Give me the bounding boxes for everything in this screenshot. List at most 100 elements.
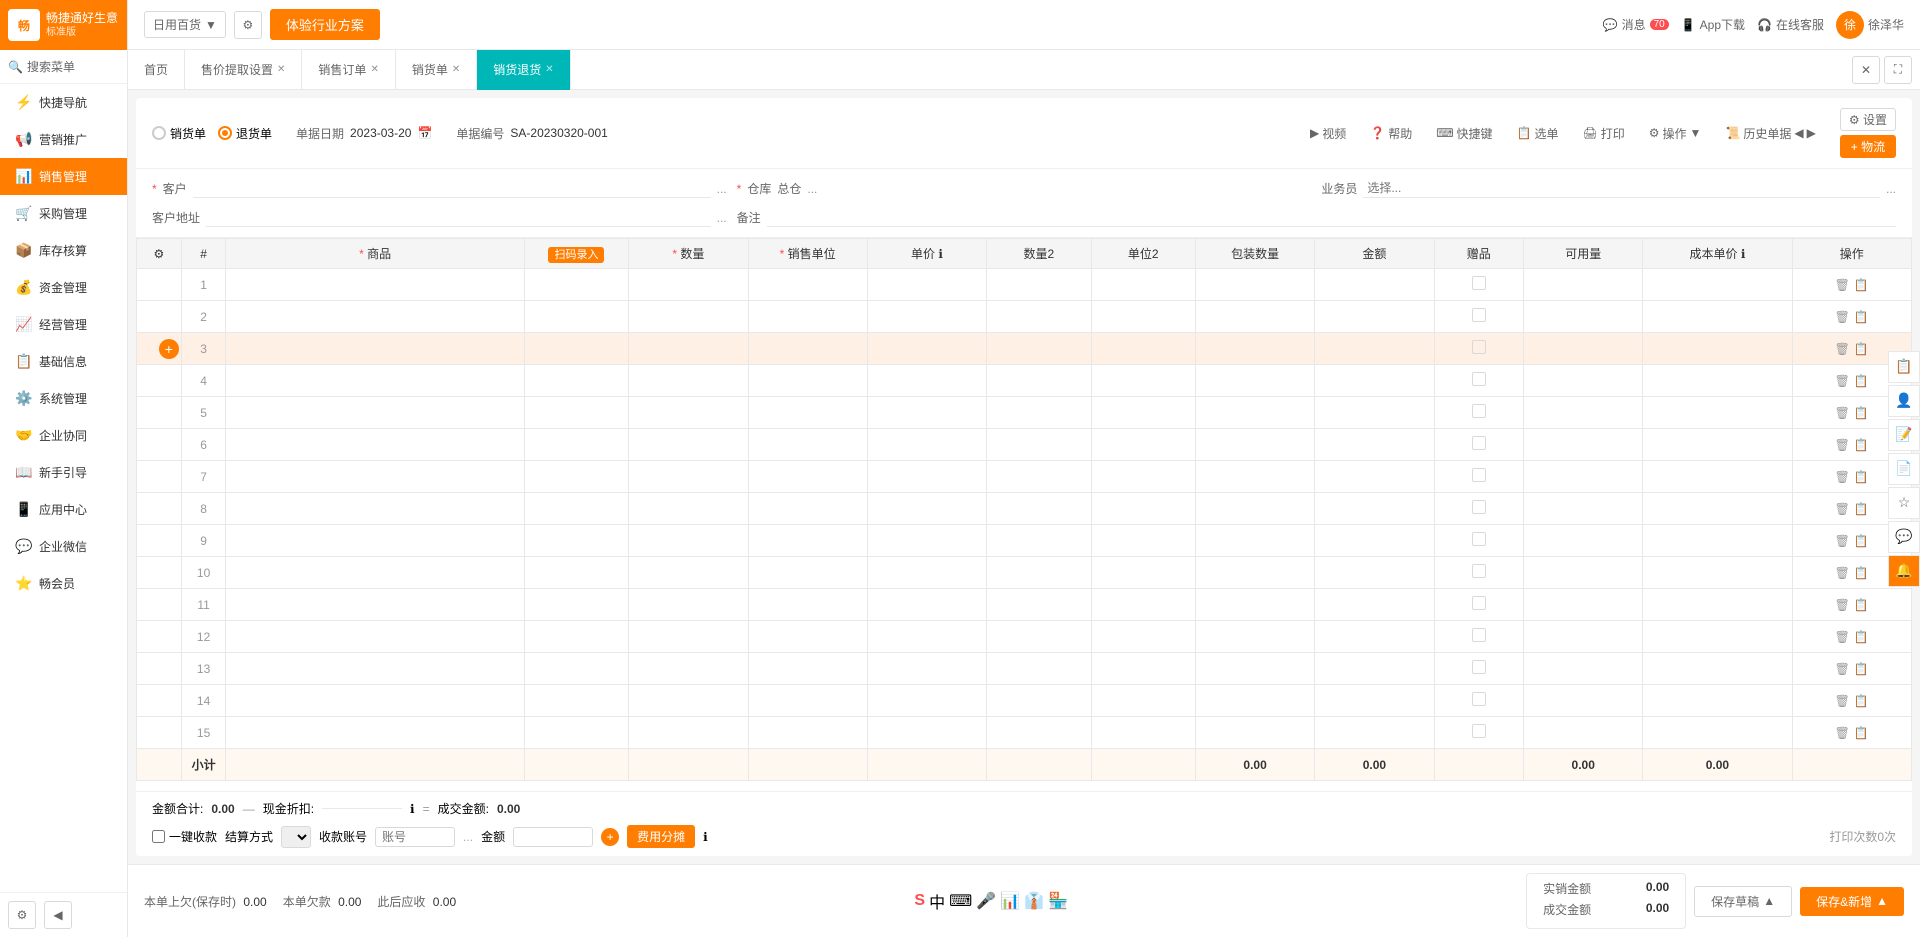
video-btn[interactable]: ▶ 视频 [1302,121,1354,146]
sidebar-item-basic-info[interactable]: 📋 基础信息 [0,343,127,380]
gift-checkbox[interactable] [1472,724,1486,738]
delete-icon[interactable]: 🗑 [1835,534,1850,548]
copy-icon[interactable]: 📋 [1854,406,1869,420]
gift-checkbox[interactable] [1472,468,1486,482]
copy-icon[interactable]: 📋 [1854,598,1869,612]
copy-icon[interactable]: 📋 [1854,726,1869,740]
sidebar-item-sales-mgmt[interactable]: 📊 销售管理 [0,158,127,195]
delete-icon[interactable]: 🗑 [1835,662,1850,676]
add-payment-btn[interactable]: + [601,828,619,846]
sales-bill-radio[interactable]: 销货单 [152,125,206,142]
settings-button[interactable]: ⚙ [8,901,36,929]
select-btn[interactable]: 📋 选单 [1509,121,1567,146]
experience-button[interactable]: 体验行业方案 [270,9,380,40]
close-tab-button[interactable]: ✕ [1852,56,1880,84]
tab-close-icon[interactable]: ✕ [545,64,553,75]
tab-price-setting[interactable]: 售价提取设置 ✕ [185,50,302,90]
calendar-icon[interactable]: 📅 [417,126,432,140]
gift-checkbox[interactable] [1472,596,1486,610]
help-btn[interactable]: ❓ 帮助 [1362,121,1420,146]
amount-input[interactable] [513,827,593,847]
gift-checkbox[interactable] [1472,500,1486,514]
copy-icon[interactable]: 📋 [1854,502,1869,516]
note-input[interactable] [767,208,1896,227]
add-row-btn[interactable]: + [159,339,179,359]
delete-icon[interactable]: 🗑 [1835,310,1850,324]
tab-sales-return[interactable]: 销货退货 ✕ [477,50,570,90]
sidebar-item-inventory[interactable]: 📦 库存核算 [0,232,127,269]
delete-icon[interactable]: 🗑 [1835,630,1850,644]
sidebar-item-enterprise-wechat[interactable]: 💬 企业微信 [0,528,127,565]
online-service-nav-item[interactable]: 🎧 在线客服 [1757,16,1824,33]
return-bill-radio[interactable]: 退货单 [218,125,272,142]
header-gear-button[interactable]: ⚙ [234,11,262,39]
gift-checkbox[interactable] [1472,564,1486,578]
message-nav-item[interactable]: 💬 消息 70 [1603,16,1669,33]
settlement-select[interactable] [281,826,311,848]
gift-checkbox[interactable] [1472,628,1486,642]
delete-icon[interactable]: 🗑 [1835,502,1850,516]
app-download-nav-item[interactable]: 📱 App下载 [1681,16,1745,33]
print-btn[interactable]: 🖨 打印 [1575,121,1633,146]
shortcut-btn[interactable]: ⌨ 快捷键 [1428,121,1500,146]
history-btn[interactable]: 📜 历史单据 ◀ ▶ [1717,121,1823,146]
scan-btn[interactable]: 扫码录入 [548,247,604,263]
gift-checkbox[interactable] [1472,404,1486,418]
operation-btn[interactable]: ⚙ 操作 ▼ [1641,121,1710,146]
copy-icon[interactable]: 📋 [1854,278,1869,292]
search-menu[interactable]: 🔍 搜索菜单 [0,50,127,84]
user-nav-item[interactable]: 徐 徐泽华 [1836,11,1904,39]
tab-sales-order[interactable]: 销售订单 ✕ [302,50,395,90]
copy-icon[interactable]: 📋 [1854,374,1869,388]
gift-checkbox[interactable] [1472,340,1486,354]
right-float-btn-3[interactable]: 📄 [1888,453,1920,485]
sidebar-item-quick-nav[interactable]: ⚡ 快捷导航 [0,84,127,121]
delete-icon[interactable]: 🗑 [1835,726,1850,740]
right-float-btn-4[interactable]: ☆ [1888,487,1920,519]
gift-checkbox[interactable] [1472,276,1486,290]
nav-dropdown[interactable]: 日用百货 ▼ [144,11,226,38]
right-float-btn-5[interactable]: 💬 [1888,521,1920,553]
sidebar-item-member[interactable]: ⭐ 畅会员 [0,565,127,602]
gift-checkbox[interactable] [1472,660,1486,674]
copy-icon[interactable]: 📋 [1854,694,1869,708]
right-float-btn-1[interactable]: 👤 [1888,385,1920,417]
delete-icon[interactable]: 🗑 [1835,342,1850,356]
customer-input[interactable] [193,179,711,198]
settings-side-btn[interactable]: ⚙ 设置 [1840,108,1896,131]
discount-input[interactable] [322,808,402,809]
payment-checkbox-input[interactable] [152,830,165,843]
sidebar-item-app-center[interactable]: 📱 应用中心 [0,491,127,528]
copy-icon[interactable]: 📋 [1854,534,1869,548]
gift-checkbox[interactable] [1472,308,1486,322]
sidebar-item-enterprise[interactable]: 🤝 企业协同 [0,417,127,454]
save-new-button[interactable]: 保存&新增 ▲ [1800,887,1904,916]
copy-icon[interactable]: 📋 [1854,310,1869,324]
save-draft-button[interactable]: 保存草稿 ▲ [1694,886,1792,917]
copy-icon[interactable]: 📋 [1854,662,1869,676]
delete-icon[interactable]: 🗑 [1835,694,1850,708]
col-scan[interactable]: 扫码录入 [524,239,628,269]
sidebar-item-finance[interactable]: 💰 资金管理 [0,269,127,306]
tab-close-icon[interactable]: ✕ [277,64,285,75]
fullscreen-button[interactable]: ⛶ [1884,56,1912,84]
delete-icon[interactable]: 🗑 [1835,470,1850,484]
delete-icon[interactable]: 🗑 [1835,598,1850,612]
address-input[interactable] [206,208,711,227]
gift-checkbox[interactable] [1472,692,1486,706]
copy-icon[interactable]: 📋 [1854,438,1869,452]
sidebar-item-purchase-mgmt[interactable]: 🛒 采购管理 [0,195,127,232]
one-click-payment-checkbox[interactable]: 一键收款 [152,828,217,845]
sidebar-item-guide[interactable]: 📖 新手引导 [0,454,127,491]
col-settings[interactable]: ⚙ [137,239,182,269]
sidebar-item-marketing[interactable]: 📢 营销推广 [0,121,127,158]
gift-checkbox[interactable] [1472,372,1486,386]
delete-icon[interactable]: 🗑 [1835,566,1850,580]
delete-icon[interactable]: 🗑 [1835,406,1850,420]
copy-icon[interactable]: 📋 [1854,566,1869,580]
copy-icon[interactable]: 📋 [1854,342,1869,356]
right-float-btn-6[interactable]: 🔔 [1888,555,1920,587]
tab-sales-bill[interactable]: 销货单 ✕ [396,50,477,90]
salesperson-input[interactable] [1363,179,1880,198]
tab-close-icon[interactable]: ✕ [370,64,378,75]
